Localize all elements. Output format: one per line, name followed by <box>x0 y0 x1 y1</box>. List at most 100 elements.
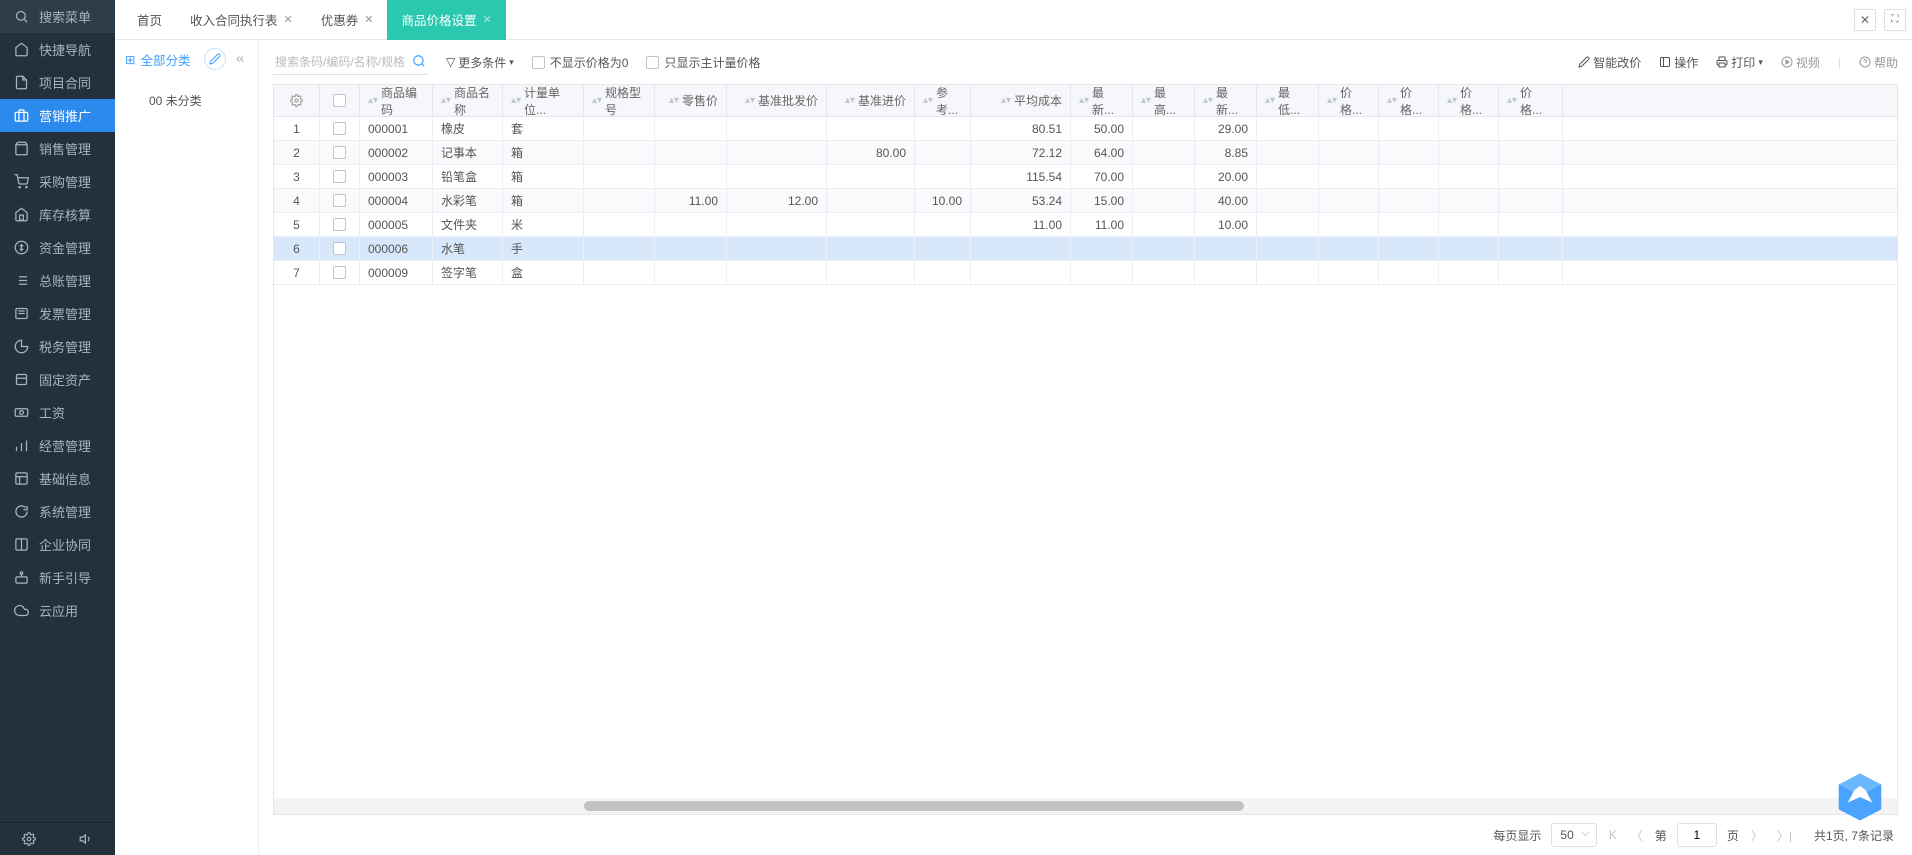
sidebar-item-inventory[interactable]: 库存核算 <box>0 198 115 231</box>
sidebar-item-project[interactable]: 项目合同 <box>0 66 115 99</box>
cell-p1[interactable] <box>1319 189 1379 212</box>
cell-basein[interactable] <box>827 165 915 188</box>
column-header-avg[interactable]: ▴▾平均成本 <box>971 85 1071 116</box>
last-page-button[interactable]: 〉| <box>1775 827 1794 844</box>
cell-p1[interactable] <box>1319 237 1379 260</box>
scrollbar-thumb[interactable] <box>584 801 1244 811</box>
operation-action[interactable]: 操作 <box>1659 54 1698 71</box>
tab-优惠券[interactable]: 优惠券✕ <box>307 0 388 40</box>
cell-p3[interactable] <box>1439 141 1499 164</box>
cell-retail[interactable]: 11.00 <box>655 189 727 212</box>
cell-wholesale[interactable]: 12.00 <box>727 189 827 212</box>
cell-p2[interactable] <box>1379 261 1439 284</box>
column-header-retail[interactable]: ▴▾零售价 <box>655 85 727 116</box>
sidebar-item-ledger[interactable]: 总账管理 <box>0 264 115 297</box>
only-measure-checkbox[interactable]: 只显示主计量价格 <box>646 54 760 71</box>
cell-retail[interactable] <box>655 141 727 164</box>
cell-p4[interactable] <box>1499 189 1563 212</box>
table-row[interactable]: 6000006水笔手 <box>274 237 1897 261</box>
cell-p1[interactable] <box>1319 165 1379 188</box>
page-input[interactable] <box>1677 823 1717 847</box>
cell-retail[interactable] <box>655 213 727 236</box>
column-header-wholesale[interactable]: ▴▾基准批发价 <box>727 85 827 116</box>
category-all[interactable]: ⊞ 全部分类 <box>125 50 198 69</box>
sidebar-item-tax[interactable]: 税务管理 <box>0 330 115 363</box>
sound-button[interactable] <box>58 823 116 855</box>
cell-ref[interactable] <box>915 237 971 260</box>
sidebar-item-fixed[interactable]: 固定资产 <box>0 363 115 396</box>
column-header-price2[interactable]: ▴▾价格... <box>1379 85 1439 116</box>
category-node-unclassified[interactable]: 00 未分类 <box>129 86 244 115</box>
cell-p1[interactable] <box>1319 261 1379 284</box>
fullscreen-button[interactable]: ⛶ <box>1884 9 1906 31</box>
smart-price-action[interactable]: 智能改价 <box>1578 54 1641 71</box>
cell-ref[interactable] <box>915 213 971 236</box>
sidebar-item-collab[interactable]: 企业协同 <box>0 528 115 561</box>
cell-wholesale[interactable] <box>727 141 827 164</box>
cell-ref[interactable] <box>915 261 971 284</box>
cell-p4[interactable] <box>1499 261 1563 284</box>
cell-p3[interactable] <box>1439 213 1499 236</box>
column-header-price3[interactable]: ▴▾价格... <box>1439 85 1499 116</box>
table-row[interactable]: 4000004水彩笔箱11.0012.0010.0053.2415.0040.0… <box>274 189 1897 213</box>
close-tab-button[interactable]: ✕ <box>1854 9 1876 31</box>
column-header-max[interactable]: ▴▾最高... <box>1133 85 1195 116</box>
tab-close-icon[interactable]: ✕ <box>284 13 293 26</box>
column-header-price1[interactable]: ▴▾价格... <box>1319 85 1379 116</box>
cell-basein[interactable] <box>827 261 915 284</box>
cell-wholesale[interactable] <box>727 213 827 236</box>
row-checkbox[interactable] <box>320 213 360 236</box>
cell-ref[interactable]: 10.00 <box>915 189 971 212</box>
sidebar-item-system[interactable]: 系统管理 <box>0 495 115 528</box>
cell-p2[interactable] <box>1379 165 1439 188</box>
sidebar-item-search[interactable]: 搜索菜单 <box>0 0 115 33</box>
cell-wholesale[interactable] <box>727 117 827 140</box>
cell-ref[interactable] <box>915 141 971 164</box>
cell-p3[interactable] <box>1439 237 1499 260</box>
sidebar-item-invoice[interactable]: 发票管理 <box>0 297 115 330</box>
cell-p3[interactable] <box>1439 261 1499 284</box>
column-header-name[interactable]: ▴▾商品名称 <box>433 85 503 116</box>
cell-basein[interactable] <box>827 213 915 236</box>
column-settings-header[interactable] <box>274 85 320 116</box>
cell-p3[interactable] <box>1439 189 1499 212</box>
cell-p1[interactable] <box>1319 141 1379 164</box>
print-action[interactable]: 打印 ▾ <box>1716 54 1763 71</box>
table-row[interactable]: 3000003铅笔盒箱115.5470.0020.00 <box>274 165 1897 189</box>
column-header-latest2[interactable]: ▴▾最新... <box>1195 85 1257 116</box>
column-header-ref[interactable]: ▴▾参考... <box>915 85 971 116</box>
table-row[interactable]: 7000009签字笔盒 <box>274 261 1897 285</box>
sidebar-item-quicknav[interactable]: 快捷导航 <box>0 33 115 66</box>
sidebar-item-purchase[interactable]: 采购管理 <box>0 165 115 198</box>
cell-p4[interactable] <box>1499 213 1563 236</box>
column-header-basein[interactable]: ▴▾基准进价 <box>827 85 915 116</box>
column-header-price4[interactable]: ▴▾价格... <box>1499 85 1563 116</box>
tab-close-icon[interactable]: ✕ <box>483 13 492 26</box>
cell-basein[interactable]: 80.00 <box>827 141 915 164</box>
cell-p2[interactable] <box>1379 117 1439 140</box>
sidebar-item-salary[interactable]: 工资 <box>0 396 115 429</box>
row-checkbox[interactable] <box>320 141 360 164</box>
cell-p4[interactable] <box>1499 117 1563 140</box>
cell-p4[interactable] <box>1499 237 1563 260</box>
category-edit-button[interactable] <box>204 48 226 70</box>
sidebar-item-business[interactable]: 经营管理 <box>0 429 115 462</box>
sidebar-item-funds[interactable]: 资金管理 <box>0 231 115 264</box>
cell-basein[interactable] <box>827 237 915 260</box>
cell-retail[interactable] <box>655 117 727 140</box>
tab-首页[interactable]: 首页 <box>123 0 176 40</box>
cell-retail[interactable] <box>655 261 727 284</box>
row-checkbox[interactable] <box>320 237 360 260</box>
row-checkbox[interactable] <box>320 117 360 140</box>
select-all-checkbox[interactable] <box>320 85 360 116</box>
cell-p2[interactable] <box>1379 237 1439 260</box>
row-checkbox[interactable] <box>320 261 360 284</box>
cell-retail[interactable] <box>655 237 727 260</box>
prev-page-button[interactable]: 〈 <box>1629 827 1645 844</box>
sidebar-item-baseinfo[interactable]: 基础信息 <box>0 462 115 495</box>
cell-ref[interactable] <box>915 117 971 140</box>
sidebar-item-marketing[interactable]: 营销推广 <box>0 99 115 132</box>
assistant-fab[interactable] <box>1832 769 1888 825</box>
horizontal-scrollbar[interactable] <box>274 798 1897 814</box>
tab-close-icon[interactable]: ✕ <box>364 13 373 26</box>
